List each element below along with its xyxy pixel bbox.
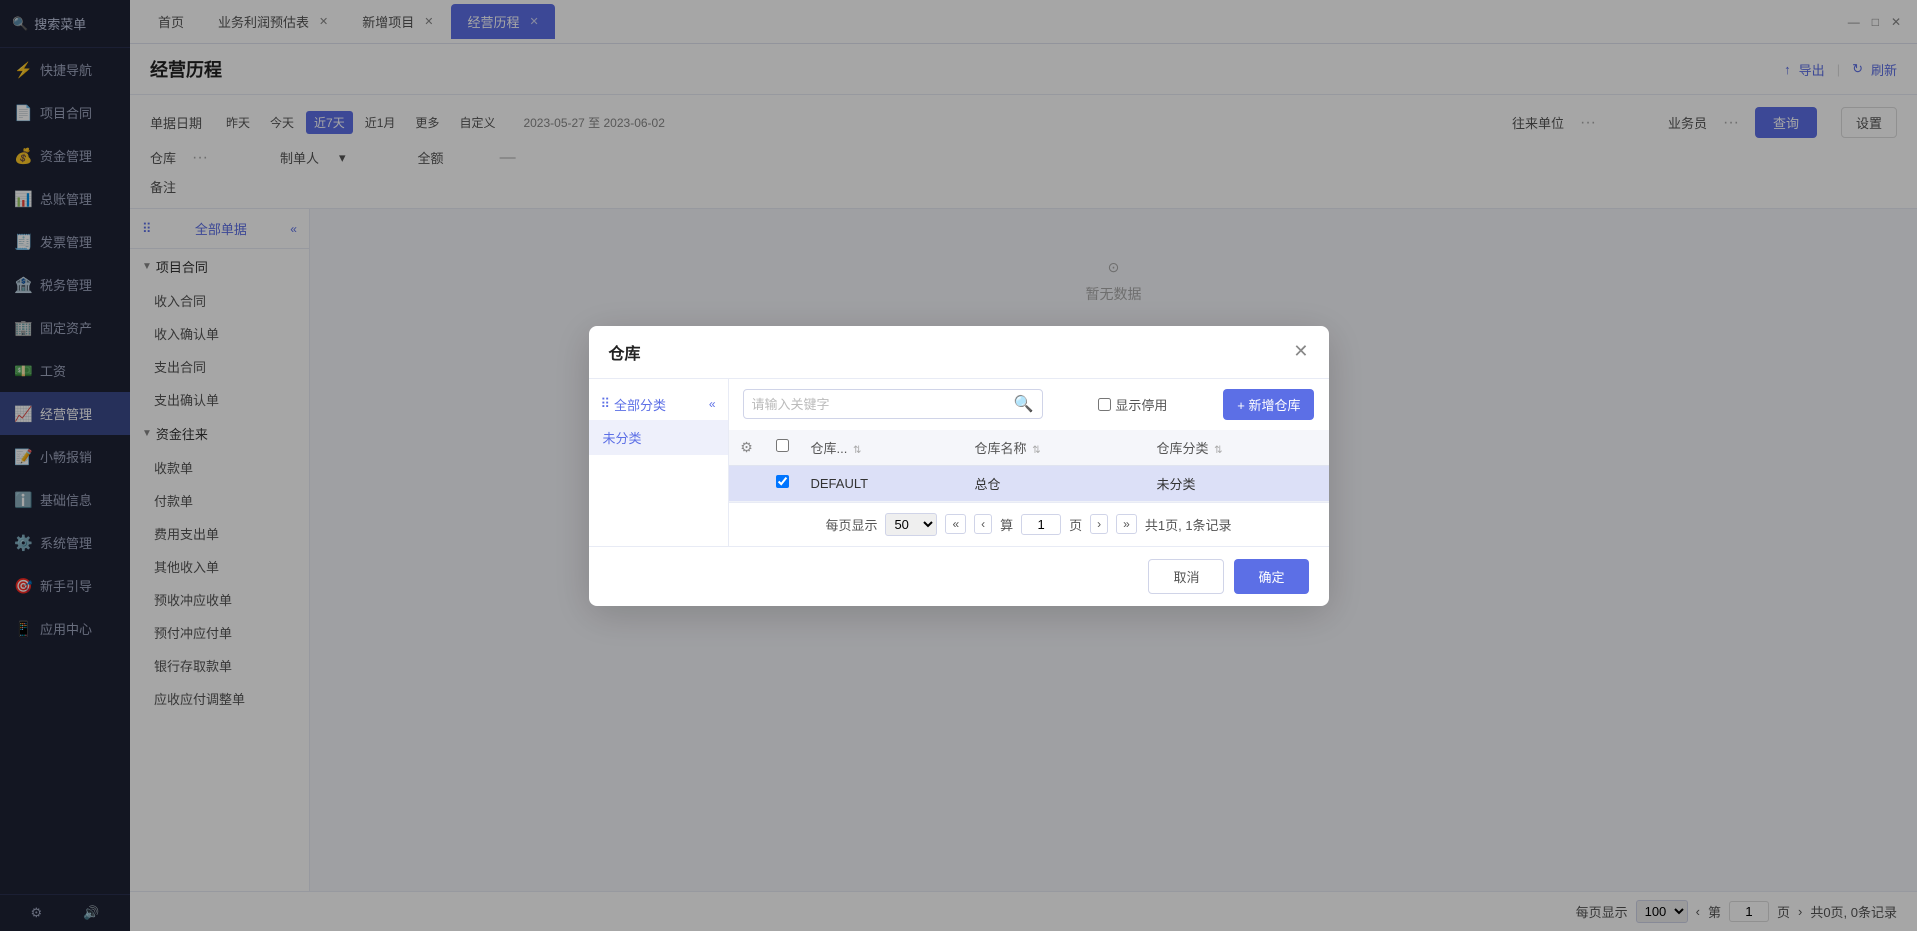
th-settings: ⚙ (729, 430, 765, 466)
modal-body: ⠿ 全部分类 « 未分类 🔍 (589, 379, 1329, 546)
gear-icon[interactable]: ⚙ (740, 439, 753, 455)
pagination-page-suffix: 页 (1069, 515, 1082, 534)
modal-search-input[interactable] (752, 397, 1008, 412)
modal-right-panel: 🔍 显示停用 + 新增仓库 ⚙ (729, 379, 1329, 546)
pagination-next-btn[interactable]: › (1090, 514, 1108, 534)
row-checkbox[interactable] (776, 475, 789, 488)
modal-close-button[interactable]: ✕ (1293, 341, 1308, 362)
th-warehouse-code: 仓库... ⇅ (801, 430, 965, 466)
row-settings (729, 465, 765, 501)
sort-name-icon[interactable]: ⇅ (1032, 445, 1040, 456)
pagination-total-info: 共1页, 1条记录 (1145, 515, 1232, 534)
modal-title: 仓库 (609, 340, 641, 364)
confirm-button[interactable]: 确定 (1234, 559, 1308, 594)
grid-icon-modal: ⠿ (601, 396, 611, 412)
row-code: DEFAULT (801, 465, 965, 501)
modal-collapse-icon[interactable]: « (709, 397, 716, 411)
modal-actions: 取消 确定 (589, 546, 1329, 606)
row-name: 总仓 (965, 465, 1147, 501)
modal-header: 仓库 ✕ (589, 326, 1329, 379)
modal-search-box[interactable]: 🔍 (743, 389, 1043, 419)
warehouse-modal: 仓库 ✕ ⠿ 全部分类 « 未分类 (589, 326, 1329, 606)
table-row[interactable]: DEFAULT 总仓 未分类 (729, 465, 1329, 501)
pagination-first-btn[interactable]: « (945, 514, 966, 534)
pagination-calc-label: 算 (1000, 515, 1013, 534)
show-disabled-label: 显示停用 (1115, 395, 1167, 414)
sort-code-icon[interactable]: ⇅ (853, 445, 861, 456)
th-warehouse-name: 仓库名称 ⇅ (965, 430, 1147, 466)
pagination-prev-btn[interactable]: ‹ (974, 514, 992, 534)
table-header: ⚙ 仓库... ⇅ 仓库名称 (729, 430, 1329, 466)
cancel-button[interactable]: 取消 (1148, 559, 1224, 594)
th-check (765, 430, 801, 466)
row-category: 未分类 (1147, 465, 1329, 501)
modal-table: ⚙ 仓库... ⇅ 仓库名称 (729, 430, 1329, 502)
pagination-size-label: 每页显示 (825, 515, 877, 534)
sort-category-icon[interactable]: ⇅ (1214, 445, 1222, 456)
modal-toolbar: 🔍 显示停用 + 新增仓库 (729, 379, 1329, 430)
modal-pagination: 每页显示 50 10 20 100 « ‹ 算 页 › » 共1页, 1条记录 (729, 502, 1329, 546)
table-body: DEFAULT 总仓 未分类 (729, 465, 1329, 501)
add-warehouse-button[interactable]: + 新增仓库 (1223, 389, 1314, 420)
modal-left-item-uncategorized[interactable]: 未分类 (589, 420, 728, 455)
th-warehouse-category: 仓库分类 ⇅ (1147, 430, 1329, 466)
pagination-last-btn[interactable]: » (1116, 514, 1137, 534)
warehouse-table: ⚙ 仓库... ⇅ 仓库名称 (729, 430, 1329, 502)
modal-left-header: ⠿ 全部分类 « (589, 389, 728, 420)
modal-search-icon: 🔍 (1014, 394, 1034, 414)
modal-left-title: 全部分类 (614, 395, 666, 414)
select-all-checkbox[interactable] (776, 439, 789, 452)
modal-overlay[interactable]: 仓库 ✕ ⠿ 全部分类 « 未分类 (0, 0, 1917, 931)
pagination-page-input[interactable] (1021, 514, 1061, 535)
modal-left-panel: ⠿ 全部分类 « 未分类 (589, 379, 729, 546)
row-check[interactable] (765, 465, 801, 501)
show-disabled-checkbox[interactable]: 显示停用 (1098, 395, 1167, 414)
show-disabled-check[interactable] (1098, 398, 1111, 411)
pagination-size-select[interactable]: 50 10 20 100 (885, 513, 937, 536)
